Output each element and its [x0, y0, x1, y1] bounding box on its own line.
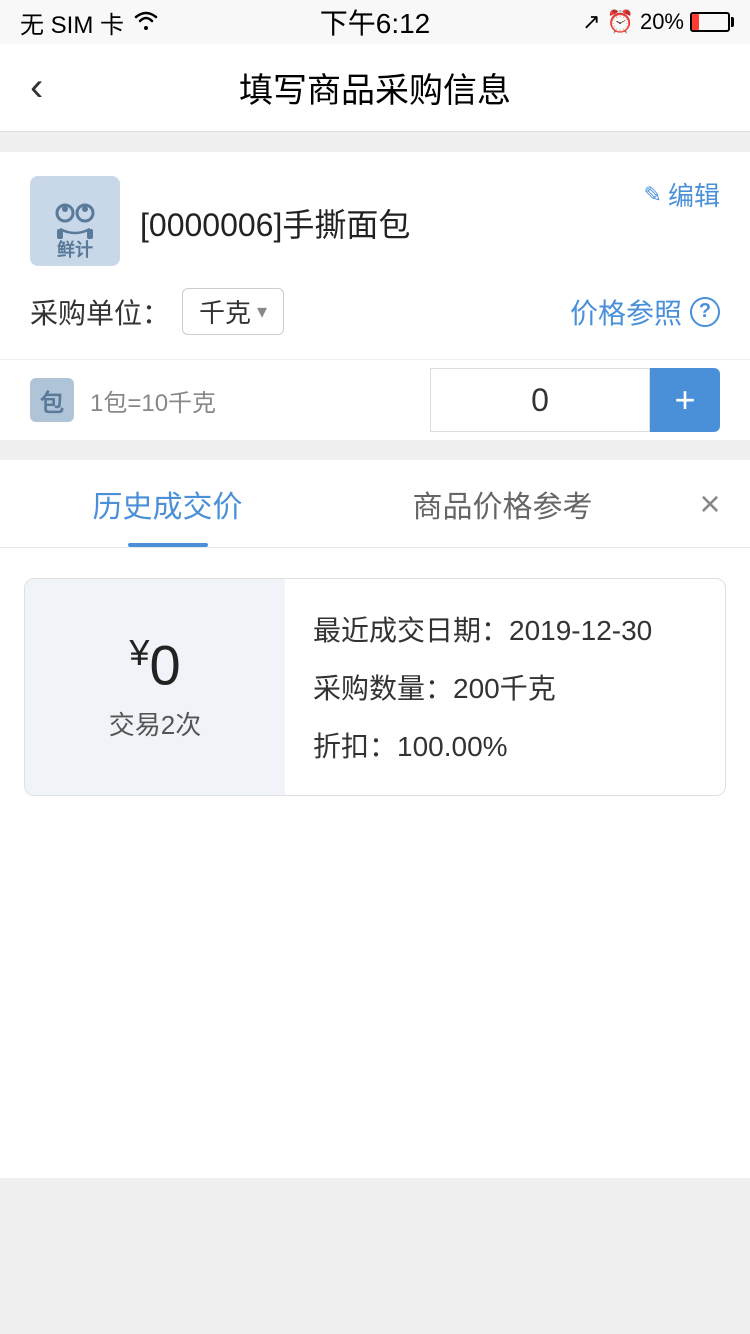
product-card: 鲜计 [0000006]手撕面包 ✎ 编辑 采购单位： 千克 ▾ 价格参照 ?: [0, 152, 750, 359]
date-label: 最近成交日期：: [313, 615, 509, 646]
price-trades: 交易2次: [109, 705, 201, 742]
discount-label: 折扣：: [313, 731, 397, 762]
edit-button[interactable]: ✎ 编辑: [644, 176, 720, 213]
purchase-unit-label: 采购单位：: [30, 292, 170, 332]
unit-hint: 1包=10千克: [90, 383, 216, 418]
battery-percentage: 20%: [640, 9, 684, 35]
unit-value: 千克: [199, 293, 251, 330]
product-header: 鲜计 [0000006]手撕面包 ✎ 编辑: [30, 176, 720, 266]
status-left: 无 SIM 卡: [20, 5, 160, 40]
quantity-input[interactable]: [430, 368, 650, 432]
price-right-panel: 最近成交日期：2019-12-30 采购数量：200千克 折扣：100.00%: [285, 579, 725, 795]
alarm-icon: ⏰: [607, 9, 634, 35]
quantity-control: +: [430, 368, 720, 432]
help-icon: ?: [690, 297, 720, 327]
discount-value: 100.00%: [397, 731, 508, 762]
price-detail-quantity: 采购数量：200千克: [313, 667, 697, 707]
wifi-icon: [132, 8, 160, 37]
carrier-text: 无 SIM 卡: [20, 5, 124, 40]
tab-header: 历史成交价 商品价格参考 ×: [0, 460, 750, 548]
location-icon: ↗: [582, 9, 600, 35]
price-ref-button[interactable]: 价格参照 ?: [570, 292, 720, 332]
tab-price-reference[interactable]: 商品价格参考: [335, 460, 670, 547]
tab-history-price[interactable]: 历史成交价: [0, 460, 335, 547]
tab-close-button[interactable]: ×: [670, 460, 750, 547]
price-value: 0: [149, 633, 180, 696]
product-info-row: 采购单位： 千克 ▾ 价格参照 ?: [30, 288, 720, 335]
price-detail-date: 最近成交日期：2019-12-30: [313, 609, 697, 649]
nav-title: 填写商品采购信息: [239, 63, 511, 112]
product-thumbnail: 鲜计: [30, 176, 120, 266]
quantity-value: 200千克: [453, 673, 556, 704]
tab-history-label: 历史成交价: [93, 482, 243, 526]
price-detail-discount: 折扣：100.00%: [313, 725, 697, 765]
product-name: [0000006]手撕面包: [140, 200, 410, 246]
content-area: ¥0 交易2次 最近成交日期：2019-12-30 采购数量：200千克 折扣：…: [0, 578, 750, 1178]
product-left: 鲜计 [0000006]手撕面包: [30, 176, 410, 266]
bag-icon: 包: [30, 378, 74, 422]
currency-symbol: ¥: [129, 632, 149, 673]
status-bar: 无 SIM 卡 下午6:12 ↗ ⏰ 20%: [0, 0, 750, 44]
price-card: ¥0 交易2次 最近成交日期：2019-12-30 采购数量：200千克 折扣：…: [24, 578, 726, 796]
quantity-plus-button[interactable]: +: [650, 368, 720, 432]
status-right: ↗ ⏰ 20%: [582, 9, 730, 35]
tab-section: 历史成交价 商品价格参考 × ¥0 交易2次 最近成交日期：2019-12-30…: [0, 460, 750, 1178]
price-ref-label: 价格参照: [570, 292, 682, 332]
battery-icon: [690, 12, 730, 32]
date-value: 2019-12-30: [509, 615, 652, 646]
quantity-label-detail: 采购数量：: [313, 673, 453, 704]
nav-bar: ‹ 填写商品采购信息: [0, 44, 750, 132]
price-amount: ¥0: [129, 632, 180, 698]
time-display: 下午6:12: [320, 2, 431, 42]
chevron-down-icon: ▾: [257, 299, 267, 324]
quantity-label: 包 1包=10千克: [30, 378, 216, 422]
price-left-panel: ¥0 交易2次: [25, 579, 285, 795]
edit-label: 编辑: [668, 176, 720, 213]
tab-reference-label: 商品价格参考: [413, 482, 593, 526]
quantity-section: 包 1包=10千克 +: [0, 360, 750, 440]
back-button[interactable]: ‹: [30, 65, 43, 110]
unit-select[interactable]: 千克 ▾: [182, 288, 284, 335]
edit-icon: ✎: [644, 182, 662, 208]
purchase-unit: 采购单位： 千克 ▾: [30, 288, 284, 335]
